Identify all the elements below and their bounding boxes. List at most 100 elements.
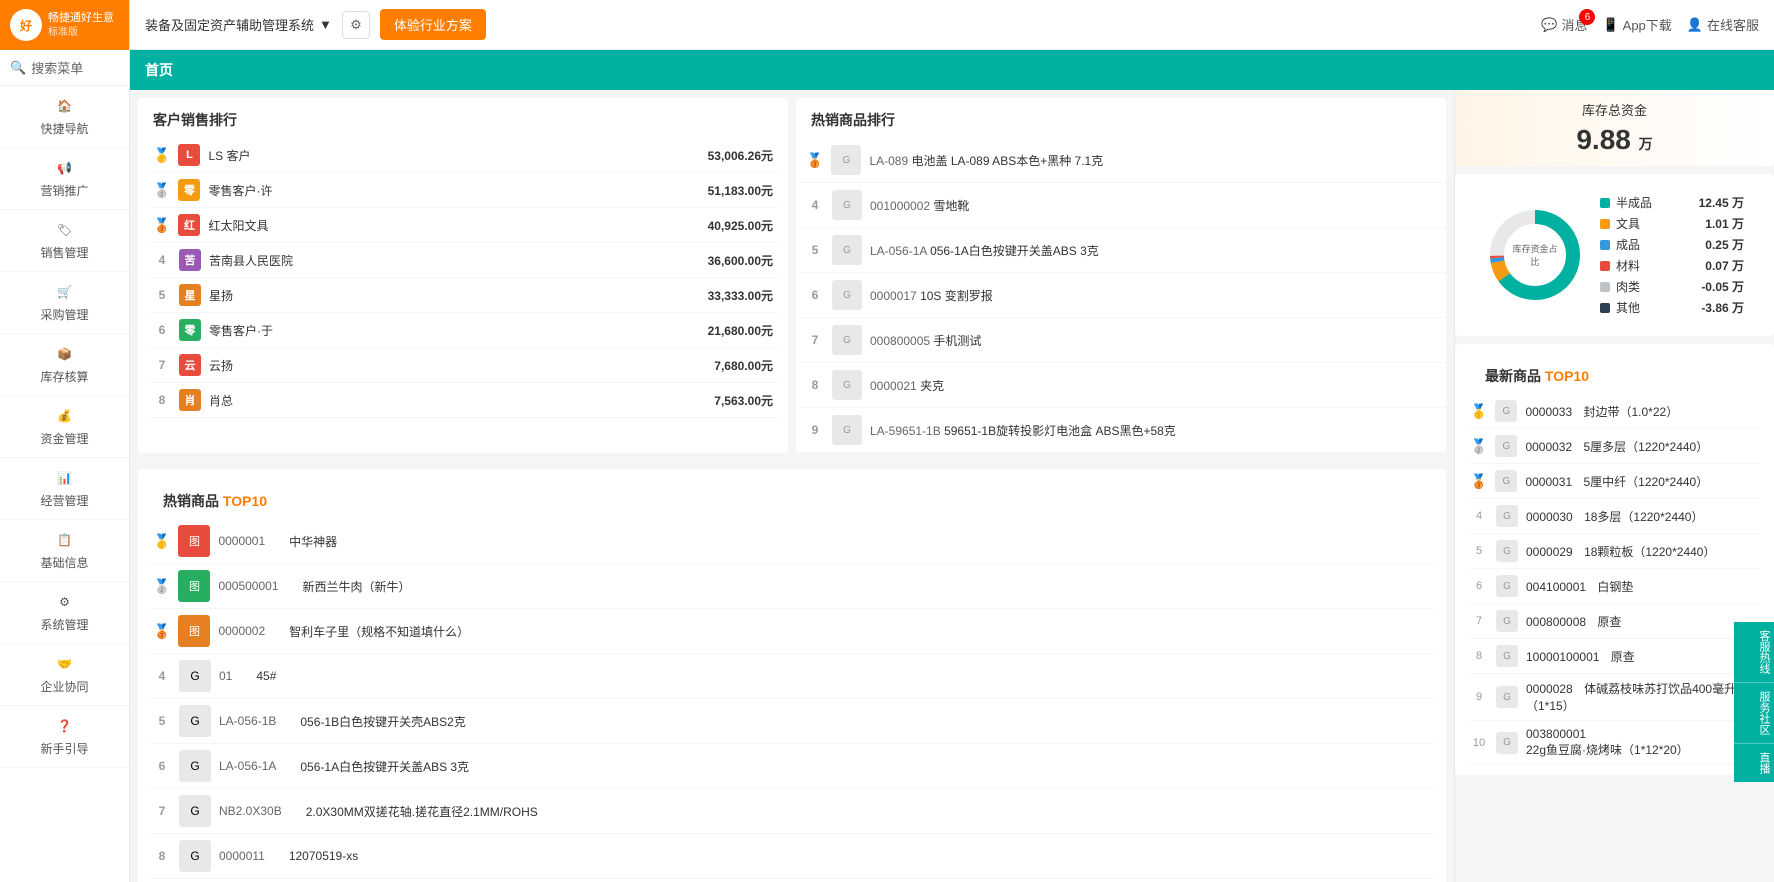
customer-amount: 40,925.00元 xyxy=(708,217,773,234)
product-code: 000800005 xyxy=(870,334,930,348)
inventory-value: 9.88 xyxy=(1576,124,1631,155)
hot-product-side-item[interactable]: 4 G 001000002 雪地靴 xyxy=(796,183,1446,228)
sidebar-item-system[interactable]: ⚙ 系统管理 xyxy=(0,582,129,644)
product-name: 2.0X30MM双搓花轴.搓花直径2.1MM/ROHS xyxy=(306,803,538,820)
marketing-icon: 📢 xyxy=(55,158,75,178)
system-selector[interactable]: 装备及固定资产辅助管理系统 ▼ xyxy=(145,15,332,34)
hot-product-side-item[interactable]: 9 G LA-59651-1B 59651-1B旋转投影灯电池盒 ABS黑色+5… xyxy=(796,408,1446,453)
float-button[interactable]: 直播 xyxy=(1734,744,1774,782)
newest-product-item[interactable]: 9 G 0000028 体碱荔枝味苏打饮品400毫升（1*15） xyxy=(1470,674,1759,721)
newest-product-item[interactable]: 🥉 G 0000031 5厘中纤（1220*2440） xyxy=(1470,464,1759,499)
legend-item: 成品 0.25 万 xyxy=(1600,236,1744,253)
newest-product-item[interactable]: 10 G 003800001 22g鱼豆腐·烧烤味（1*12*20） xyxy=(1470,721,1759,765)
online-service-btn[interactable]: 👤 在线客服 xyxy=(1687,15,1759,34)
sidebar-item-purchase[interactable]: 🛒 采购管理 xyxy=(0,272,129,334)
notifications-btn[interactable]: 💬 消息 6 xyxy=(1541,15,1587,34)
product-code: 003800001 xyxy=(1526,727,1586,741)
product-thumbnail: G xyxy=(179,705,211,737)
hot-product-main-item[interactable]: 8 G 0000011 12070519-xs xyxy=(148,834,1436,879)
hot-product-side-item[interactable]: 7 G 000800005 手机测试 xyxy=(796,318,1446,363)
hot-products-side-list: 🥉 G LA-089 电池盖 LA-089 ABS本色+黑种 7.1克 4 G … xyxy=(796,138,1446,453)
sidebar-item-guide[interactable]: ❓ 新手引导 xyxy=(0,706,129,768)
sidebar-item-marketing[interactable]: 📢 营销推广 xyxy=(0,148,129,210)
hot-product-main-item[interactable]: 🥈 图 000500001 新西兰牛肉（新牛） xyxy=(148,564,1436,609)
hot-products-main-list: 🥇 图 0000001 中华神器 🥈 图 000500001 新西兰牛肉（新牛）… xyxy=(148,519,1436,882)
product-thumbnail: G xyxy=(832,235,862,265)
product-thumbnail: 图 xyxy=(178,570,210,602)
product-code: LA-056-1A xyxy=(870,244,927,258)
newest-products-list: 🥇 G 0000033 封边带（1.0*22） 🥈 G 0000032 5厘多层… xyxy=(1470,394,1759,765)
product-info: LA-089 电池盖 LA-089 ABS本色+黑种 7.1克 xyxy=(869,152,1436,169)
legend-dot xyxy=(1600,240,1610,250)
product-info: 0000031 5厘中纤（1220*2440） xyxy=(1525,473,1759,490)
newest-product-item[interactable]: 4 G 0000030 18多层（1220*2440） xyxy=(1470,499,1759,534)
product-code: 0000028 xyxy=(1526,682,1573,696)
settings-button[interactable]: ⚙ xyxy=(342,11,370,39)
newest-product-item[interactable]: 6 G 004100001 白钢垫 xyxy=(1470,569,1759,604)
rank-number: 6 xyxy=(153,323,171,337)
customer-amount: 7,680.00元 xyxy=(714,357,773,374)
legend-dot xyxy=(1600,261,1610,271)
hot-product-main-item[interactable]: 5 G LA-056-1B 056-1B白色按键开关壳ABS2克 xyxy=(148,699,1436,744)
customer-ranking-title: 客户销售排行 xyxy=(138,98,788,138)
hot-product-main-item[interactable]: 🥉 图 0000002 智利车子里（规格不知道填什么） xyxy=(148,609,1436,654)
inventory-card: 库存总资金 9.88 万 xyxy=(1455,90,1774,166)
customer-rank-item[interactable]: 4 苦 苦南县人民医院 36,600.00元 xyxy=(148,243,778,278)
phone-icon: 📱 xyxy=(1602,17,1618,33)
legend-name: 肉类 xyxy=(1616,278,1695,295)
customer-rank-item[interactable]: 🥇 L LS 客户 53,006.26元 xyxy=(148,138,778,173)
product-icon: G xyxy=(1496,645,1518,667)
newest-product-item[interactable]: 8 G 10000100001 原查 xyxy=(1470,639,1759,674)
logo-icon: 好 xyxy=(10,9,42,41)
product-thumbnail: G xyxy=(179,660,211,692)
guide-icon: ❓ xyxy=(55,716,75,736)
customer-rank-item[interactable]: 8 肖 肖总 7,563.00元 xyxy=(148,383,778,418)
hot-product-main-item[interactable]: 🥇 图 0000001 中华神器 xyxy=(148,519,1436,564)
trial-button[interactable]: 体验行业方案 xyxy=(380,9,486,40)
hot-product-main-item[interactable]: 4 G 01 45# xyxy=(148,654,1436,699)
app-logo: 好 畅捷通好生意 标准版 xyxy=(0,0,129,50)
product-thumbnail: G xyxy=(832,280,862,310)
product-code: 000500001 xyxy=(218,579,278,593)
hot-product-side-item[interactable]: 6 G 0000017 10S 变割罗报 xyxy=(796,273,1446,318)
chart-area: 库存资金占比 半成品 12.45 万 文具 1.01 万 成品 0.25 万 材… xyxy=(1470,184,1759,326)
right-panel: 库存总资金 9.88 万 xyxy=(1454,90,1774,882)
search-menu-btn[interactable]: 🔍 搜索菜单 xyxy=(0,50,129,86)
newest-product-item[interactable]: 🥇 G 0000033 封边带（1.0*22） xyxy=(1470,394,1759,429)
top-panels: 客户销售排行 🥇 L LS 客户 53,006.26元 🥈 零 零售客户·许 5… xyxy=(130,90,1454,461)
customer-avatar: 苦 xyxy=(179,249,201,271)
sidebar-item-finance[interactable]: 💰 资金管理 xyxy=(0,396,129,458)
customer-rank-item[interactable]: 🥈 零 零售客户·许 51,183.00元 xyxy=(148,173,778,208)
hot-product-main-item[interactable]: 6 G LA-056-1A 056-1A白色按键开关盖ABS 3克 xyxy=(148,744,1436,789)
sidebar-item-operations[interactable]: 📊 经营管理 xyxy=(0,458,129,520)
product-name: 新西兰牛肉（新牛） xyxy=(303,578,411,595)
customer-rank-item[interactable]: 7 云 云扬 7,680.00元 xyxy=(148,348,778,383)
hot-product-side-item[interactable]: 🥉 G LA-089 电池盖 LA-089 ABS本色+黑种 7.1克 xyxy=(796,138,1446,183)
sidebar: 好 畅捷通好生意 标准版 🔍 搜索菜单 🏠 快捷导航 📢 营销推广 🏷 销售管理… xyxy=(0,0,130,882)
customer-name: 零售客户·许 xyxy=(208,182,699,199)
customer-rank-item[interactable]: 🥉 红 红太阳文具 40,925.00元 xyxy=(148,208,778,243)
sidebar-item-sales[interactable]: 🏷 销售管理 xyxy=(0,210,129,272)
app-download-btn[interactable]: 📱 App下载 xyxy=(1602,15,1671,34)
sidebar-item-basic-info[interactable]: 📋 基础信息 xyxy=(0,520,129,582)
legend-value: 0.25 万 xyxy=(1705,236,1744,253)
float-button[interactable]: 服务社区 xyxy=(1734,683,1774,744)
purchase-icon: 🛒 xyxy=(55,282,75,302)
hot-product-side-item[interactable]: 5 G LA-056-1A 056-1A白色按键开关盖ABS 3克 xyxy=(796,228,1446,273)
product-name: 原查 xyxy=(1597,615,1621,629)
sidebar-item-enterprise[interactable]: 🤝 企业协同 xyxy=(0,644,129,706)
sidebar-item-inventory[interactable]: 📦 库存核算 xyxy=(0,334,129,396)
legend-name: 半成品 xyxy=(1616,194,1693,211)
customer-rank-item[interactable]: 5 星 星扬 33,333.00元 xyxy=(148,278,778,313)
product-code: 0000032 xyxy=(1525,440,1572,454)
newest-product-item[interactable]: 5 G 0000029 18颗粒板（1220*2440） xyxy=(1470,534,1759,569)
float-button[interactable]: 客服热线 xyxy=(1734,622,1774,683)
newest-product-item[interactable]: 🥈 G 0000032 5厘多层（1220*2440） xyxy=(1470,429,1759,464)
product-icon: G xyxy=(1496,686,1518,708)
newest-product-item[interactable]: 7 G 000800008 原查 xyxy=(1470,604,1759,639)
hot-product-side-item[interactable]: 8 G 0000021 夹克 xyxy=(796,363,1446,408)
product-info: LA-056-1A 056-1A白色按键开关盖ABS 3克 xyxy=(870,242,1436,259)
sidebar-item-quick-nav[interactable]: 🏠 快捷导航 xyxy=(0,86,129,148)
hot-product-main-item[interactable]: 7 G NB2.0X30B 2.0X30MM双搓花轴.搓花直径2.1MM/ROH… xyxy=(148,789,1436,834)
customer-rank-item[interactable]: 6 零 零售客户·于 21,680.00元 xyxy=(148,313,778,348)
